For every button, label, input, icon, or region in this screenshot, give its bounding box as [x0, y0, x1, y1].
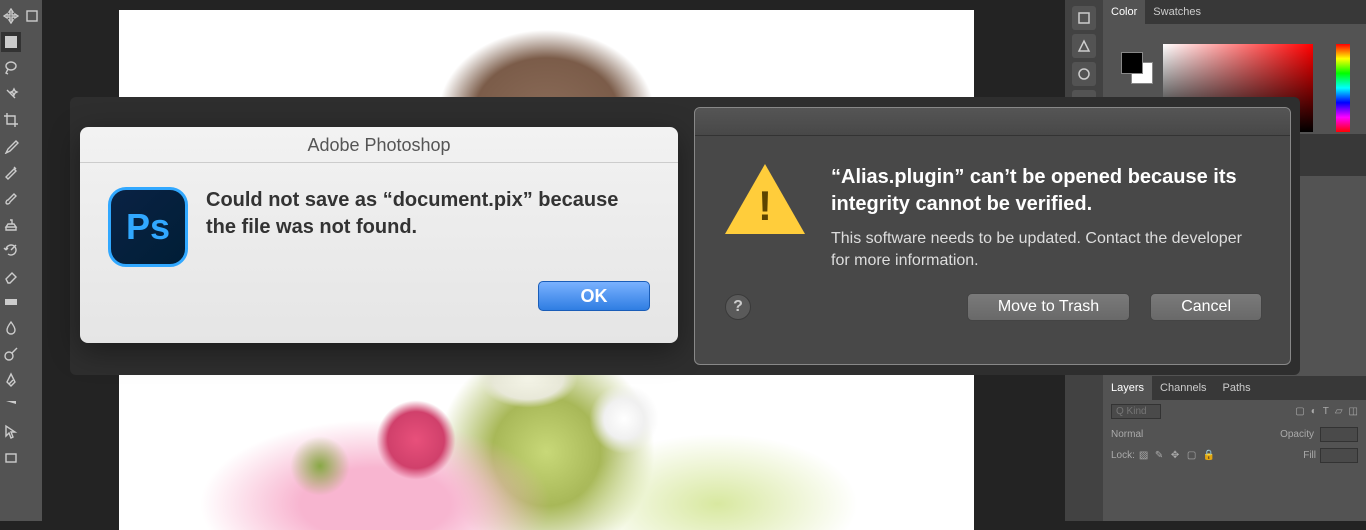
fill-input[interactable]	[1320, 448, 1358, 463]
panel-dock-icon-2[interactable]	[1072, 34, 1096, 58]
lock-transparency-icon[interactable]: ▨	[1139, 450, 1151, 462]
color-tab[interactable]: Color	[1103, 0, 1145, 24]
foreground-swatch[interactable]	[1121, 52, 1143, 74]
cancel-button[interactable]: Cancel	[1150, 293, 1262, 321]
layer-filter-input[interactable]	[1111, 404, 1161, 419]
gradient-tool[interactable]	[1, 292, 21, 312]
history-brush-tool[interactable]	[1, 240, 21, 260]
panel-dock-icon-1[interactable]	[1072, 6, 1096, 30]
dialog-message: Could not save as “document.pix” because…	[206, 187, 650, 267]
healing-brush-tool[interactable]	[1, 162, 21, 182]
dialog-subtext: This software needs to be updated. Conta…	[831, 228, 1262, 273]
dodge-tool[interactable]	[1, 344, 21, 364]
ok-button[interactable]: OK	[538, 281, 650, 311]
filter-shape-icon[interactable]: ▱	[1335, 406, 1343, 417]
photoshop-error-dialog: Adobe Photoshop Ps Could not save as “do…	[80, 127, 678, 343]
filter-image-icon[interactable]: ▢	[1295, 406, 1304, 417]
magic-wand-tool[interactable]	[1, 84, 21, 104]
type-tool[interactable]	[1, 396, 21, 416]
lock-all-icon[interactable]: 🔒	[1203, 450, 1215, 462]
opacity-label: Opacity	[1280, 429, 1314, 440]
brush-tool[interactable]	[1, 188, 21, 208]
move-tool[interactable]	[1, 6, 21, 26]
eyedropper-tool[interactable]	[1, 136, 21, 156]
panel-dock-icon-3[interactable]	[1072, 62, 1096, 86]
move-to-trash-button[interactable]: Move to Trash	[967, 293, 1130, 321]
gatekeeper-dialog: ! “Alias.plugin” can’t be opened because…	[694, 107, 1291, 365]
warning-icon: !	[725, 164, 803, 236]
layers-panel: ▢ ◐ T ▱ ◫ Normal Opacity Lock: ▨ ✎ ✥ ▢	[1103, 400, 1366, 521]
swatches-tab[interactable]: Swatches	[1145, 0, 1209, 24]
lock-label: Lock:	[1111, 450, 1135, 461]
marquee-tool[interactable]	[1, 32, 21, 52]
blend-mode-select[interactable]: Normal	[1111, 429, 1143, 440]
dialog-titlebar[interactable]	[695, 108, 1290, 136]
filter-type-icon[interactable]: T	[1323, 406, 1329, 417]
clone-stamp-tool[interactable]	[1, 214, 21, 234]
rectangle-tool[interactable]	[1, 448, 21, 468]
filter-smart-icon[interactable]: ◫	[1349, 406, 1358, 417]
help-button[interactable]: ?	[725, 294, 751, 320]
fill-label: Fill	[1303, 450, 1316, 461]
blur-tool[interactable]	[1, 318, 21, 338]
lock-pixel-icon[interactable]: ✎	[1155, 450, 1167, 462]
opacity-input[interactable]	[1320, 427, 1358, 442]
eraser-tool[interactable]	[1, 266, 21, 286]
pen-tool[interactable]	[1, 370, 21, 390]
path-select-tool[interactable]	[1, 422, 21, 442]
dialog-title: Adobe Photoshop	[80, 127, 678, 162]
layers-tab[interactable]: Layers	[1103, 376, 1152, 400]
channels-tab[interactable]: Channels	[1152, 376, 1214, 400]
lock-position-icon[interactable]: ✥	[1171, 450, 1183, 462]
lasso-tool[interactable]	[1, 58, 21, 78]
photoshop-app-icon: Ps	[108, 187, 188, 267]
dialog-headline: “Alias.plugin” can’t be opened because i…	[831, 164, 1262, 218]
hue-slider[interactable]	[1336, 44, 1350, 132]
artboard-tool[interactable]	[22, 6, 42, 26]
crop-tool[interactable]	[1, 110, 21, 130]
filter-adjust-icon[interactable]: ◐	[1311, 406, 1317, 417]
paths-tab[interactable]: Paths	[1215, 376, 1259, 400]
lock-artboard-icon[interactable]: ▢	[1187, 450, 1199, 462]
tools-toolbar	[0, 0, 42, 521]
